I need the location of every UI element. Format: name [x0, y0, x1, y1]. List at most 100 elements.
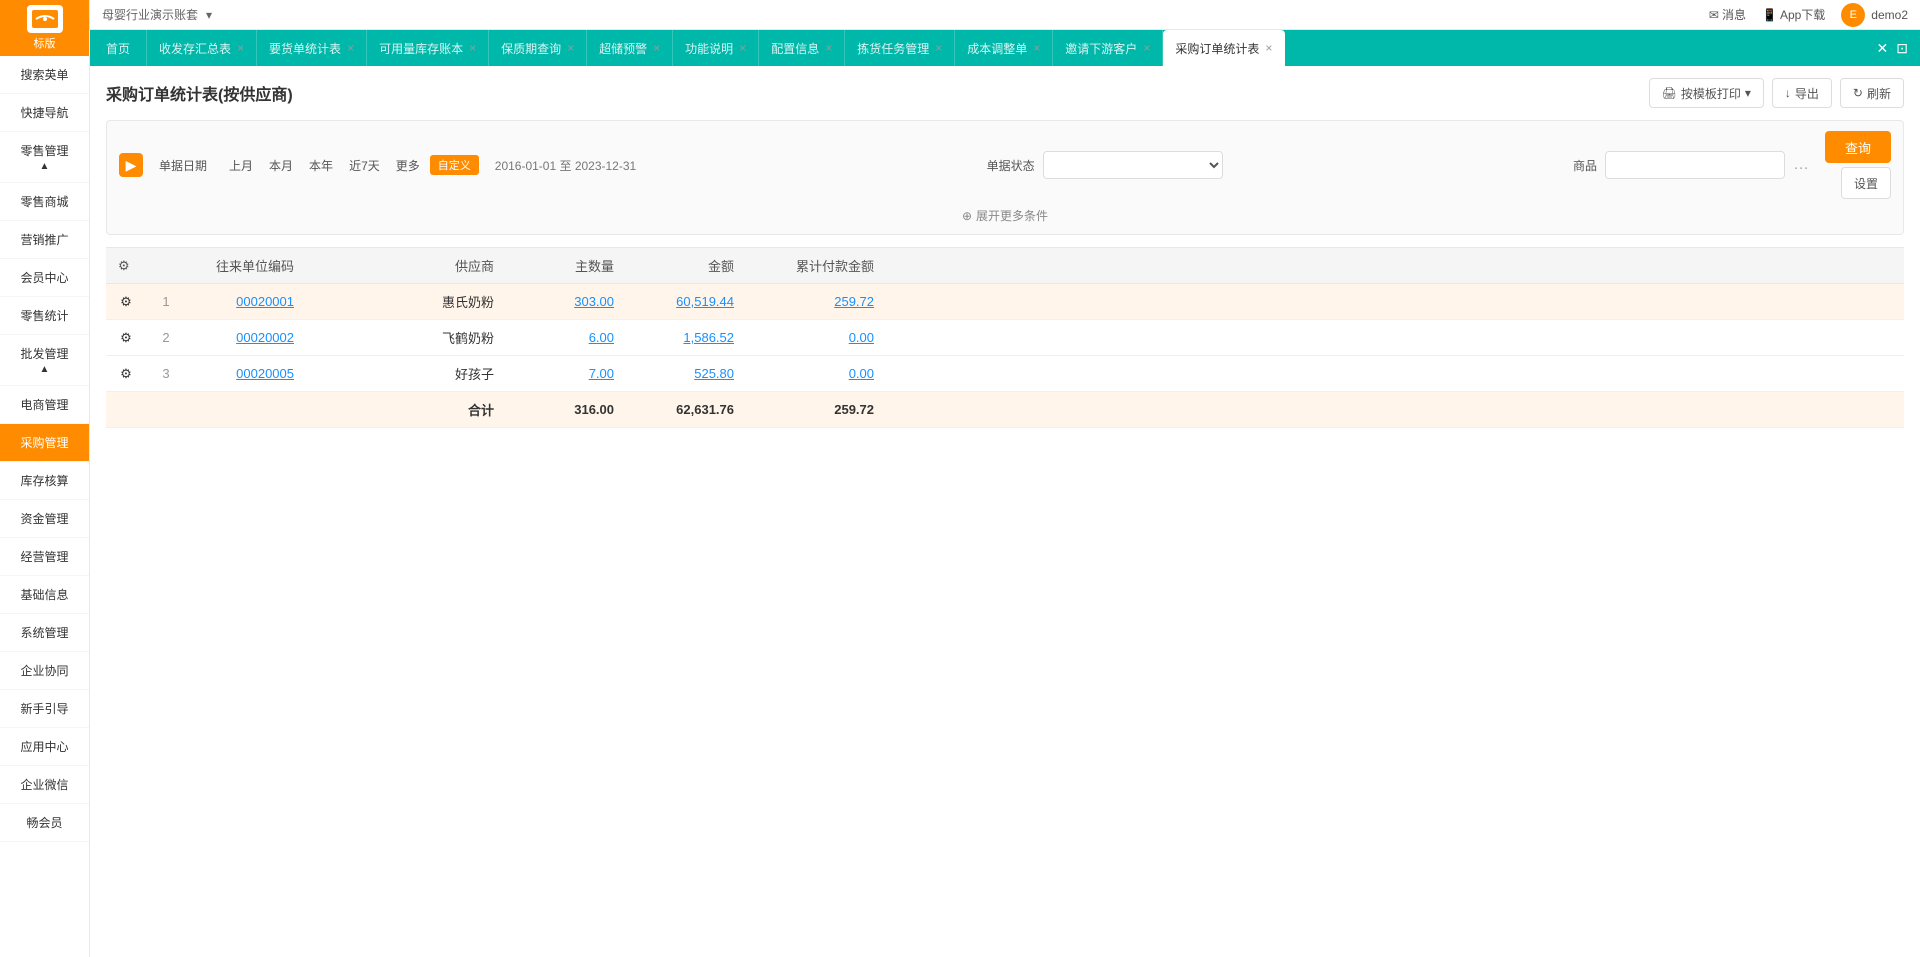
row-settings-1[interactable]: ⚙: [106, 320, 146, 356]
qty-link-1[interactable]: 6.00: [589, 330, 614, 345]
user-avatar: E: [1841, 3, 1865, 27]
tab-overstock-alert[interactable]: 超储预警×: [587, 30, 673, 66]
sidebar-item-inventory[interactable]: 库存核算: [0, 462, 89, 500]
code-link-1[interactable]: 00020002: [236, 330, 294, 345]
sidebar-item-ecommerce[interactable]: 电商管理: [0, 386, 89, 424]
paid-link-0[interactable]: 259.72: [834, 294, 874, 309]
tab-close-stock-ledger[interactable]: ×: [469, 41, 476, 55]
filter-settings-button[interactable]: 设置: [1841, 167, 1891, 199]
tab-function-desc[interactable]: 功能说明×: [673, 30, 759, 66]
shortcut-this-month[interactable]: 本月: [263, 155, 299, 176]
row-settings-0[interactable]: ⚙: [106, 284, 146, 320]
custom-date-badge[interactable]: 自定义: [430, 155, 479, 175]
tab-close-overstock-alert[interactable]: ×: [653, 41, 660, 55]
sidebar-item-newbie[interactable]: 新手引导: [0, 690, 89, 728]
template-arrow-icon: ▾: [1745, 86, 1751, 100]
tab-close-all-icon[interactable]: ✕: [1877, 40, 1889, 57]
tab-close-invite-downstream[interactable]: ×: [1143, 41, 1150, 55]
sidebar-item-finance[interactable]: 资金管理: [0, 500, 89, 538]
tab-close-receive-summary[interactable]: ×: [237, 41, 244, 55]
sidebar-item-wholesale[interactable]: 批发管理▲: [0, 335, 89, 386]
tab-close-config-info[interactable]: ×: [825, 41, 832, 55]
tabs-container: 首页收发存汇总表×要货单统计表×可用量库存账本×保质期查询×超储预警×功能说明×…: [90, 30, 1285, 66]
footer-num: [146, 392, 186, 428]
refresh-button[interactable]: ↻ 刷新: [1840, 78, 1904, 108]
main-area: 母婴行业演示账套 ▾ ✉ 消息 📱 App下载 E demo2 首页收发存汇总表…: [90, 0, 1920, 957]
top-bar-right: ✉ 消息 📱 App下载 E demo2: [1709, 3, 1908, 27]
sidebar-item-app-center[interactable]: 应用中心: [0, 728, 89, 766]
sidebar-item-purchase[interactable]: 采购管理: [0, 424, 89, 462]
tab-close-cost-adjust[interactable]: ×: [1033, 41, 1040, 55]
amount-link-2[interactable]: 525.80: [694, 366, 734, 381]
settings-col-header: ⚙: [106, 248, 146, 284]
row-amount-1: 1,586.52: [626, 320, 746, 356]
tab-close-order-summary[interactable]: ×: [347, 41, 354, 55]
row-supplier-0: 惠氏奶粉: [306, 284, 506, 320]
tab-purchase-order-summary[interactable]: 采购订单统计表×: [1163, 30, 1285, 66]
tab-expiry-query[interactable]: 保质期查询×: [489, 30, 587, 66]
code-link-2[interactable]: 00020005: [236, 366, 294, 381]
message-label: 消息: [1722, 6, 1746, 23]
filter-area: ▶ 单据日期 上月 本月 本年 近7天 更多 自定义 2016-01-01 至 …: [106, 120, 1904, 235]
tab-cost-adjust[interactable]: 成本调整单 ×: [955, 30, 1053, 66]
code-link-0[interactable]: 00020001: [236, 294, 294, 309]
sidebar-item-search[interactable]: 搜索英单: [0, 56, 89, 94]
download-icon: 📱: [1762, 8, 1777, 22]
sidebar-item-member[interactable]: 会员中心: [0, 259, 89, 297]
sidebar-nav: 搜索英单快捷导航零售管理▲ 零售商城营销推广会员中心零售统计批发管理▲电商管理采购…: [0, 56, 89, 842]
message-btn[interactable]: ✉ 消息: [1709, 6, 1746, 23]
sidebar-label-enterprise: 企业协同: [20, 662, 68, 679]
user-profile[interactable]: E demo2: [1841, 3, 1908, 27]
tab-receive-summary[interactable]: 收发存汇总表×: [147, 30, 257, 66]
tab-close-function-desc[interactable]: ×: [739, 41, 746, 55]
export-icon: ↓: [1785, 86, 1791, 100]
sidebar-item-quick-nav[interactable]: 快捷导航: [0, 94, 89, 132]
status-select[interactable]: [1043, 151, 1223, 179]
tab-picking-task[interactable]: 拣货任务管理 ×: [845, 30, 955, 66]
tab-home[interactable]: 首页: [90, 30, 147, 66]
qty-link-2[interactable]: 7.00: [589, 366, 614, 381]
sidebar-item-marketing[interactable]: 营销推广: [0, 221, 89, 259]
paid-link-1[interactable]: 0.00: [849, 330, 874, 345]
sidebar-label-retail-mall: 零售商城: [20, 193, 68, 210]
expand-conditions-button[interactable]: ⊕ 展开更多条件: [962, 207, 1048, 224]
sidebar-item-wechat[interactable]: 企业微信: [0, 766, 89, 804]
more-options-icon[interactable]: …: [1793, 156, 1809, 174]
sidebar-item-enterprise[interactable]: 企业协同: [0, 652, 89, 690]
tab-close-picking-task[interactable]: ×: [935, 41, 942, 55]
sidebar-item-retail[interactable]: 零售管理▲: [0, 132, 89, 183]
row-settings-2[interactable]: ⚙: [106, 356, 146, 392]
search-button[interactable]: 查询: [1825, 131, 1891, 163]
goods-input[interactable]: [1605, 151, 1785, 179]
tab-close-purchase-order-summary[interactable]: ×: [1265, 41, 1272, 55]
tab-invite-downstream[interactable]: 邀请下游客户×: [1053, 30, 1163, 66]
export-button[interactable]: ↓ 导出: [1772, 78, 1832, 108]
sidebar-item-system[interactable]: 系统管理: [0, 614, 89, 652]
shortcut-more[interactable]: 更多: [390, 155, 426, 176]
tab-config-info[interactable]: 配置信息×: [759, 30, 845, 66]
sidebar-item-retail-stats[interactable]: 零售统计: [0, 297, 89, 335]
sidebar-item-membership[interactable]: 畅会员: [0, 804, 89, 842]
tab-label-cost-adjust: 成本调整单: [967, 40, 1027, 57]
tab-label-picking-task: 拣货任务管理: [857, 40, 929, 57]
sidebar-item-basic-info[interactable]: 基础信息: [0, 576, 89, 614]
qty-link-0[interactable]: 303.00: [574, 294, 614, 309]
shortcut-last-month[interactable]: 上月: [223, 155, 259, 176]
shortcut-7-days[interactable]: 近7天: [343, 155, 386, 176]
sidebar-item-operations[interactable]: 经营管理: [0, 538, 89, 576]
tab-order-summary[interactable]: 要货单统计表 ×: [257, 30, 367, 66]
tab-stock-ledger[interactable]: 可用量库存账本×: [367, 30, 489, 66]
tab-expand-icon[interactable]: ⊡: [1896, 40, 1908, 57]
template-print-button[interactable]: 🖨 按模板打印 ▾: [1649, 78, 1764, 108]
sidebar-item-retail-mall[interactable]: 零售商城: [0, 183, 89, 221]
paid-link-2[interactable]: 0.00: [849, 366, 874, 381]
app-download-btn[interactable]: 📱 App下载: [1762, 6, 1825, 23]
footer-qty: 316.00: [506, 392, 626, 428]
tab-label-order-summary: 要货单统计表: [269, 40, 341, 57]
shortcut-this-year[interactable]: 本年: [303, 155, 339, 176]
filter-toggle-button[interactable]: ▶: [119, 153, 143, 177]
amount-link-1[interactable]: 1,586.52: [683, 330, 734, 345]
sidebar-label-search: 搜索英单: [20, 66, 68, 83]
tab-close-expiry-query[interactable]: ×: [567, 41, 574, 55]
amount-link-0[interactable]: 60,519.44: [676, 294, 734, 309]
